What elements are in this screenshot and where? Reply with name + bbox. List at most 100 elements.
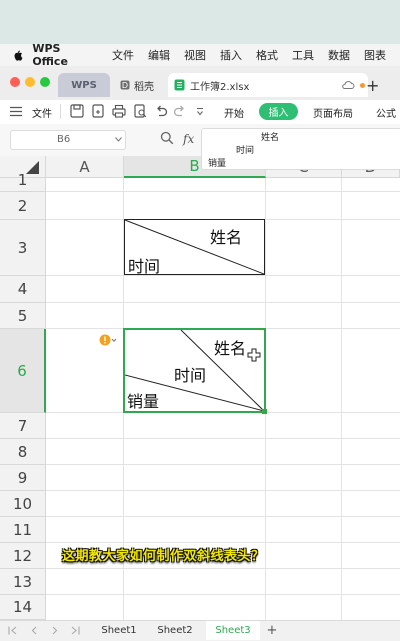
row-header-14[interactable]: 14 [0,595,46,620]
new-tab-button[interactable]: + [366,76,379,95]
file-menu-button[interactable]: 文件 [32,105,52,120]
row-header-1[interactable]: 1 [0,171,46,192]
fill-handle[interactable] [262,409,267,414]
prev-sheet-icon[interactable] [31,626,37,635]
name-box[interactable]: B6 [10,130,126,150]
b6-name-label: 姓名 [214,339,247,358]
close-window-button[interactable] [10,77,20,87]
menu-format[interactable]: 格式 [256,47,278,63]
row-header-13[interactable]: 13 [0,569,46,595]
formula-line-sales: 销量 [208,159,227,169]
row-7-label: 7 [17,416,28,435]
row-header-10[interactable]: 10 [0,491,46,517]
row-header-11[interactable]: 11 [0,517,46,543]
row-header-4[interactable]: 4 [0,276,46,303]
unsaved-dot-icon [360,82,366,88]
menu-data[interactable]: 数据 [328,47,350,63]
tab-page-layout[interactable]: 页面布局 [313,105,353,120]
fx-icon[interactable]: fx [183,132,194,146]
print-preview-icon[interactable] [132,103,148,119]
apple-icon[interactable] [12,49,23,61]
menu-insert[interactable]: 插入 [220,47,242,63]
menu-chart[interactable]: 图表 [364,47,386,63]
tab-wps-home[interactable]: WPS [58,73,110,97]
gridline [46,275,400,276]
warning-icon [99,334,117,346]
cell-b6-double-diagonal-header[interactable]: 姓名 时间 销量 [123,328,266,413]
row-header-6[interactable]: 6 [0,329,46,413]
gridline [46,490,400,491]
tab-workbook[interactable]: 工作簿2.xlsx [168,73,368,97]
sheet-tab-3-active[interactable]: Sheet3 [206,621,260,640]
toolbar-divider [60,104,61,119]
smart-tag-button[interactable] [99,331,117,346]
gridline [46,516,400,517]
formula-content-box[interactable]: 姓名 时间 销量 [201,128,400,170]
row-1-label: 1 [17,170,28,189]
cell-b3-diagonal-header[interactable]: 姓名 时间 [124,219,265,276]
row-header-8[interactable]: 8 [0,439,46,465]
row-14-label: 14 [12,598,33,616]
row-8-label: 8 [17,442,28,461]
tab-wps-label: WPS [71,79,97,91]
row-header-2[interactable]: 2 [0,192,46,220]
sheet-tab-2-label: Sheet2 [157,625,193,636]
tab-home[interactable]: 开始 [224,105,244,120]
row-header-3[interactable]: 3 [0,220,46,276]
row-header-9[interactable]: 9 [0,465,46,491]
undo-icon[interactable] [153,103,169,119]
name-box-value: B6 [57,134,71,145]
spreadsheet-file-icon [174,79,185,91]
tab-workbook-label: 工作簿2.xlsx [190,81,250,93]
redo-icon[interactable] [172,103,188,119]
row-4-label: 4 [17,280,28,298]
gridline [46,302,400,303]
tab-daoke[interactable]: D 稻壳 [116,73,172,97]
gridline [46,594,400,595]
sheet-tab-1[interactable]: Sheet1 [94,621,144,640]
menu-edit[interactable]: 编辑 [148,47,170,63]
minimize-window-button[interactable] [25,77,35,87]
row-header-7[interactable]: 7 [0,413,46,439]
print-icon[interactable] [111,103,127,119]
tab-daoke-label: 稻壳 [134,81,154,93]
row-10-label: 10 [12,494,33,513]
tab-insert[interactable]: 插入 [259,103,298,120]
sheet-tab-2[interactable]: Sheet2 [150,621,200,640]
search-icon[interactable] [160,131,174,145]
add-sheet-button[interactable]: + [262,621,282,640]
export-pdf-icon[interactable] [90,103,106,119]
row-13-label: 13 [12,572,33,591]
document-tab-bar: WPS D 稻壳 工作簿2.xlsx + [0,66,400,100]
sheet-tab-1-label: Sheet1 [101,625,137,636]
more-chevron-icon[interactable] [196,107,204,117]
cell-cross-cursor-icon [247,348,261,362]
menu-tools[interactable]: 工具 [292,47,314,63]
select-all-triangle-icon [26,161,39,174]
row-header-5[interactable]: 5 [0,303,46,329]
sheet-tab-bar: Sheet1 Sheet2 Sheet3 + [0,620,400,641]
sheet-tab-3-label: Sheet3 [215,625,251,636]
next-sheet-icon[interactable] [52,626,58,635]
row-header-12[interactable]: 12 [0,543,46,569]
daoke-icon: D [120,80,130,90]
b6-time-label: 时间 [174,366,207,385]
app-name-menu[interactable]: WPS Office [32,42,96,68]
mac-menubar: WPS Office 文件 编辑 视图 插入 格式 工具 数据 图表 [0,42,400,68]
save-icon[interactable] [69,103,85,119]
row-11-label: 11 [12,520,33,539]
gridline [46,438,400,439]
last-sheet-icon[interactable] [70,626,80,635]
cloud-icon[interactable] [341,80,355,90]
chevron-down-icon[interactable] [115,137,122,142]
tab-formulas[interactable]: 公式 [376,105,396,120]
zoom-window-button[interactable] [40,77,50,87]
b6-sales-label: 销量 [127,392,160,411]
hamburger-menu-icon[interactable] [10,106,22,117]
column-header-a[interactable]: A [46,156,124,178]
menu-view[interactable]: 视图 [184,47,206,63]
gridline [46,464,400,465]
first-sheet-icon[interactable] [8,626,18,635]
menu-file[interactable]: 文件 [112,47,134,63]
column-b-label: B [189,157,200,175]
